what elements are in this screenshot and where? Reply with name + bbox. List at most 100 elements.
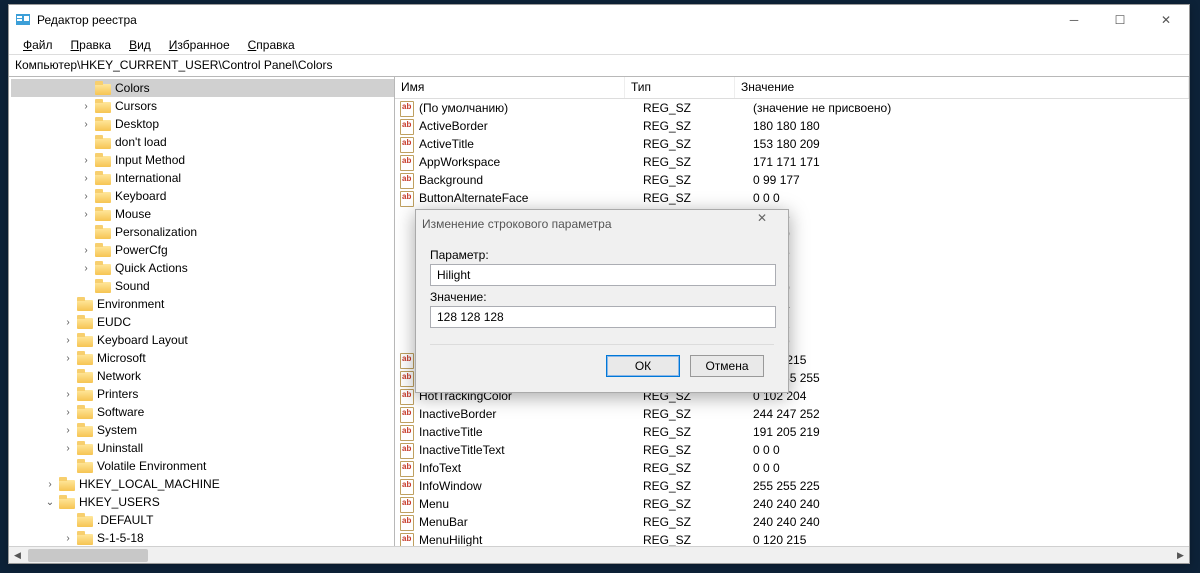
tree-item[interactable]: › Desktop	[11, 115, 394, 133]
value-name: Background	[419, 173, 643, 187]
value-data: 0 0 0	[753, 191, 1189, 205]
tree-item[interactable]: ›System	[11, 421, 394, 439]
list-row[interactable]: InfoWindowREG_SZ255 255 225	[395, 477, 1189, 495]
value-data: 255 255 225	[753, 479, 1189, 493]
menu-справка[interactable]: Справка	[240, 36, 303, 54]
tree-item[interactable]: › HKEY_LOCAL_MACHINE	[11, 475, 394, 493]
scroll-left-icon[interactable]: ◀	[9, 547, 26, 564]
expander-icon[interactable]: ›	[61, 353, 75, 364]
tree-item[interactable]: Colors	[11, 79, 394, 97]
tree-label: Desktop	[115, 117, 159, 131]
tree-view[interactable]: Colors›Cursors›Desktop don't load›Input …	[9, 77, 395, 546]
list-row[interactable]: MenuHilightREG_SZ0 120 215	[395, 531, 1189, 546]
list-row[interactable]: ButtonAlternateFaceREG_SZ0 0 0	[395, 189, 1189, 207]
tree-item[interactable]: Sound	[11, 277, 394, 295]
tree-item[interactable]: › PowerCfg	[11, 241, 394, 259]
list-row[interactable]: InfoTextREG_SZ0 0 0	[395, 459, 1189, 477]
minimize-button[interactable]: ─	[1051, 5, 1097, 35]
folder-icon	[95, 117, 111, 131]
expander-icon[interactable]: ›	[43, 479, 57, 490]
list-row[interactable]: MenuBarREG_SZ240 240 240	[395, 513, 1189, 531]
tree-label: Keyboard Layout	[97, 333, 188, 347]
tree-item[interactable]: ›Mouse	[11, 205, 394, 223]
list-row[interactable]: InactiveTitleTextREG_SZ0 0 0	[395, 441, 1189, 459]
tree-item[interactable]: ⌄ HKEY_USERS	[11, 493, 394, 511]
tree-item[interactable]: › Keyboard	[11, 187, 394, 205]
tree-item[interactable]: ›International	[11, 169, 394, 187]
tree-label: Input Method	[115, 153, 185, 167]
value-data: 0 0 0	[753, 443, 1189, 457]
tree-item[interactable]: ›S-1-5-18	[11, 529, 394, 546]
tree-label: HKEY_LOCAL_MACHINE	[79, 477, 220, 491]
folder-icon	[77, 333, 93, 347]
expander-icon[interactable]: ›	[61, 335, 75, 346]
scroll-thumb[interactable]	[28, 549, 148, 562]
expander-icon[interactable]: ›	[79, 155, 93, 166]
expander-icon[interactable]: ›	[79, 101, 93, 112]
tree-item[interactable]: › Input Method	[11, 151, 394, 169]
tree-item[interactable]: don't load	[11, 133, 394, 151]
list-row[interactable]: InactiveTitleREG_SZ191 205 219	[395, 423, 1189, 441]
expander-icon[interactable]: ›	[79, 119, 93, 130]
tree-item[interactable]: ›Microsoft	[11, 349, 394, 367]
cancel-button[interactable]: Отмена	[690, 355, 764, 377]
list-row[interactable]: (По умолчанию)REG_SZ(значение не присвое…	[395, 99, 1189, 117]
expander-icon[interactable]: ›	[61, 533, 75, 544]
value-data: 240 240 240	[753, 497, 1189, 511]
expander-icon[interactable]: ⌄	[43, 497, 57, 508]
list-row[interactable]: ActiveTitleREG_SZ153 180 209	[395, 135, 1189, 153]
list-row[interactable]: ActiveBorderREG_SZ180 180 180	[395, 117, 1189, 135]
tree-label: PowerCfg	[115, 243, 168, 257]
folder-icon	[77, 297, 93, 311]
list-row[interactable]: InactiveBorderREG_SZ244 247 252	[395, 405, 1189, 423]
tree-item[interactable]: ›Cursors	[11, 97, 394, 115]
address-input[interactable]	[13, 55, 1185, 75]
list-row[interactable]: MenuREG_SZ240 240 240	[395, 495, 1189, 513]
list-row[interactable]: BackgroundREG_SZ0 99 177	[395, 171, 1189, 189]
tree-label: Keyboard	[115, 189, 166, 203]
expander-icon[interactable]: ›	[61, 443, 75, 454]
menu-избранное[interactable]: Избранное	[161, 36, 238, 54]
menu-вид[interactable]: Вид	[121, 36, 159, 54]
tree-item[interactable]: ›EUDC	[11, 313, 394, 331]
tree-item[interactable]: › Uninstall	[11, 439, 394, 457]
expander-icon[interactable]: ›	[79, 245, 93, 256]
dialog-close-button[interactable]: ✕	[742, 211, 782, 237]
col-value[interactable]: Значение	[735, 77, 1189, 98]
tree-item[interactable]: Volatile Environment	[11, 457, 394, 475]
expander-icon[interactable]: ›	[79, 173, 93, 184]
tree-item[interactable]: ›Software	[11, 403, 394, 421]
expander-icon[interactable]: ›	[61, 425, 75, 436]
list-row[interactable]: AppWorkspaceREG_SZ171 171 171	[395, 153, 1189, 171]
menu-файл[interactable]: Файл	[15, 36, 61, 54]
expander-icon[interactable]: ›	[79, 209, 93, 220]
value-data-input[interactable]	[430, 306, 776, 328]
expander-icon[interactable]: ›	[61, 317, 75, 328]
tree-label: Uninstall	[97, 441, 143, 455]
expander-icon[interactable]: ›	[79, 263, 93, 274]
ok-button[interactable]: ОК	[606, 355, 680, 377]
scroll-right-icon[interactable]: ▶	[1172, 547, 1189, 564]
tree-label: HKEY_USERS	[79, 495, 160, 509]
expander-icon[interactable]: ›	[61, 407, 75, 418]
tree-item[interactable]: .DEFAULT	[11, 511, 394, 529]
tree-item[interactable]: ›Quick Actions	[11, 259, 394, 277]
dialog-buttons: ОК Отмена	[430, 344, 774, 377]
expander-icon[interactable]: ›	[79, 191, 93, 202]
param-name-input[interactable]	[430, 264, 776, 286]
tree-item[interactable]: › Keyboard Layout	[11, 331, 394, 349]
tree-item[interactable]: Network	[11, 367, 394, 385]
tree-item[interactable]: Personalization	[11, 223, 394, 241]
value-name: Menu	[419, 497, 643, 511]
maximize-button[interactable]: ☐	[1097, 5, 1143, 35]
tree-item[interactable]: Environment	[11, 295, 394, 313]
tree-item[interactable]: ›Printers	[11, 385, 394, 403]
horizontal-scrollbar[interactable]: ◀ ▶	[9, 546, 1189, 563]
col-type[interactable]: Тип	[625, 77, 735, 98]
value-name: InactiveTitleText	[419, 443, 643, 457]
value-type: REG_SZ	[643, 515, 753, 529]
menu-правка[interactable]: Правка	[63, 36, 120, 54]
expander-icon[interactable]: ›	[61, 389, 75, 400]
close-button[interactable]: ✕	[1143, 5, 1189, 35]
col-name[interactable]: Имя	[395, 77, 625, 98]
